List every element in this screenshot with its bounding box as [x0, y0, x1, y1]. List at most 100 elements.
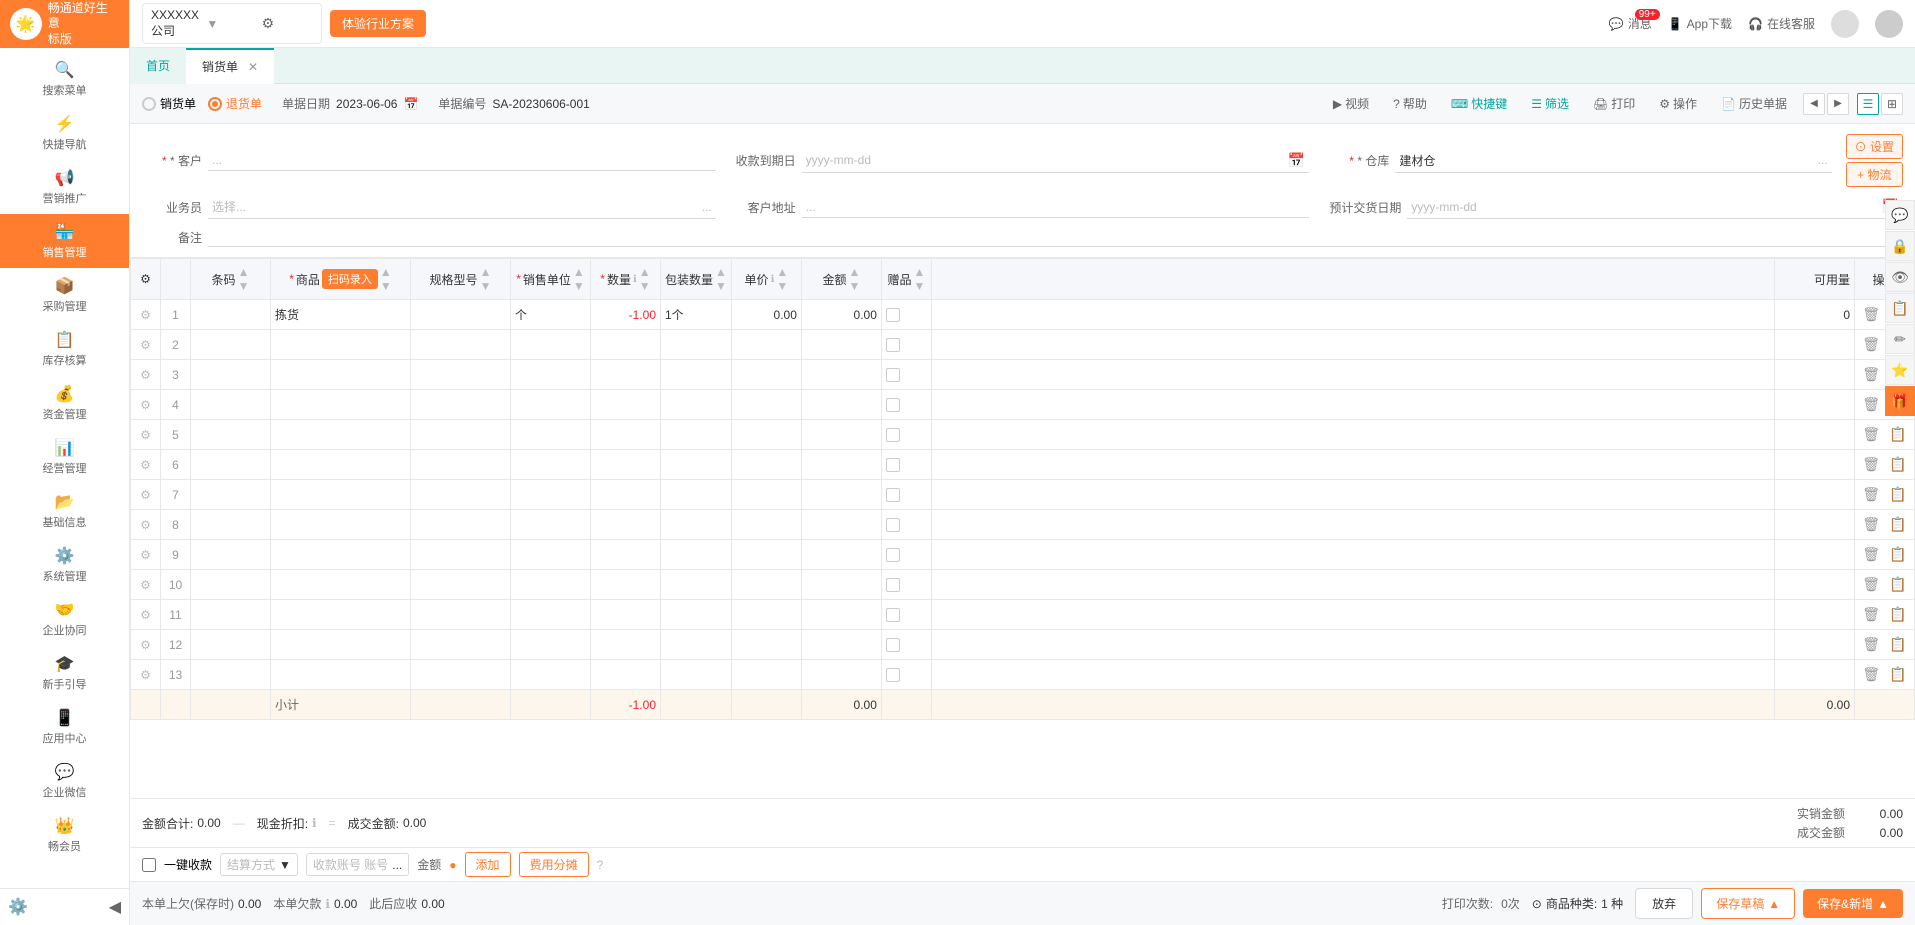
operate-button[interactable]: ⚙ 操作: [1651, 92, 1705, 115]
row-price-5[interactable]: [731, 450, 801, 480]
row-product-9[interactable]: [271, 570, 411, 600]
sidebar-item-finance[interactable]: 💰 资金管理: [0, 376, 129, 430]
grid-view-btn[interactable]: ⊞: [1881, 93, 1903, 115]
row-pkgqty-12[interactable]: [661, 660, 732, 690]
row-spec-10[interactable]: [411, 600, 511, 630]
row-gear-icon[interactable]: ⚙: [140, 488, 151, 502]
tab-sales[interactable]: 销货单 ✕: [186, 48, 274, 84]
gift-checkbox-7[interactable]: [886, 518, 900, 532]
row-spec-2[interactable]: [411, 360, 511, 390]
row-barcode-7[interactable]: [191, 510, 271, 540]
delete-icon-4[interactable]: 🗑: [1859, 426, 1883, 442]
delete-icon-12[interactable]: 🗑: [1859, 666, 1883, 682]
row-qty-11[interactable]: [591, 630, 661, 660]
rfp-btn-4[interactable]: 📋: [1885, 293, 1915, 323]
row-qty-6[interactable]: [591, 480, 661, 510]
row-barcode-5[interactable]: [191, 450, 271, 480]
row-spec-9[interactable]: [411, 570, 511, 600]
settings-button[interactable]: ⊙ ⊙ 设置设置: [1846, 134, 1903, 159]
row-gear-icon[interactable]: ⚙: [140, 668, 151, 682]
row-barcode-12[interactable]: [191, 660, 271, 690]
row-product-5[interactable]: [271, 450, 411, 480]
delete-icon-6[interactable]: 🗑: [1859, 486, 1883, 502]
row-price-0[interactable]: 0.00: [731, 300, 801, 330]
delete-icon-7[interactable]: 🗑: [1859, 516, 1883, 532]
row-gift-1[interactable]: [881, 330, 931, 360]
row-pkgqty-6[interactable]: [661, 480, 732, 510]
row-product-2[interactable]: [271, 360, 411, 390]
avatar-2[interactable]: [1875, 10, 1903, 38]
rfp-btn-2[interactable]: 🔒: [1885, 231, 1915, 261]
video-button[interactable]: ▶ 视频: [1325, 92, 1377, 115]
add-payment-button[interactable]: 添加: [465, 852, 511, 877]
row-gear-icon[interactable]: ⚙: [140, 338, 151, 352]
row-pkgqty-11[interactable]: [661, 630, 732, 660]
row-barcode-10[interactable]: [191, 600, 271, 630]
gift-checkbox-9[interactable]: [886, 578, 900, 592]
customer-input[interactable]: ...: [208, 150, 716, 171]
save-new-button[interactable]: 保存&新增 ▲: [1803, 889, 1903, 918]
delete-icon-8[interactable]: 🗑: [1859, 546, 1883, 562]
sidebar-item-member[interactable]: 👑 畅会员: [0, 808, 129, 862]
sidebar-item-operations[interactable]: 📊 经营管理: [0, 430, 129, 484]
row-product-0[interactable]: 拣货: [271, 300, 411, 330]
row-gear-icon[interactable]: ⚙: [140, 368, 151, 382]
row-qty-9[interactable]: [591, 570, 661, 600]
row-product-6[interactable]: [271, 480, 411, 510]
message-button[interactable]: 💬 消息 99+: [1609, 15, 1652, 32]
delete-icon-0[interactable]: 🗑: [1859, 306, 1883, 322]
experience-button[interactable]: 体验行业方案: [330, 10, 426, 37]
row-amount-5[interactable]: [801, 450, 881, 480]
delete-icon-2[interactable]: 🗑: [1859, 366, 1883, 382]
shortcut-button[interactable]: ⌨ 快捷键: [1443, 92, 1515, 115]
row-barcode-9[interactable]: [191, 570, 271, 600]
row-spec-7[interactable]: [411, 510, 511, 540]
row-gear-icon[interactable]: ⚙: [140, 398, 151, 412]
row-unit-0[interactable]: 个: [511, 300, 591, 330]
row-gear-icon[interactable]: ⚙: [140, 458, 151, 472]
row-amount-8[interactable]: [801, 540, 881, 570]
row-pkgqty-2[interactable]: [661, 360, 732, 390]
scan-barcode-button[interactable]: 扫码录入: [322, 269, 378, 289]
row-pkgqty-7[interactable]: [661, 510, 732, 540]
row-product-4[interactable]: [271, 420, 411, 450]
customer-address-input[interactable]: ...: [802, 197, 1310, 218]
row-gift-10[interactable]: [881, 600, 931, 630]
row-unit-2[interactable]: [511, 360, 591, 390]
sidebar-item-enterprise[interactable]: 🤝 企业协同: [0, 592, 129, 646]
company-selector[interactable]: XXXXXX公司 ▼ ⚙: [142, 3, 322, 44]
row-amount-6[interactable]: [801, 480, 881, 510]
row-qty-5[interactable]: [591, 450, 661, 480]
delete-icon-9[interactable]: 🗑: [1859, 576, 1883, 592]
due-date-calendar-icon[interactable]: 📅: [1288, 152, 1305, 169]
history-button[interactable]: 📄 历史单据: [1713, 92, 1795, 115]
sidebar-item-wechat[interactable]: 💬 企业微信: [0, 754, 129, 808]
row-gift-11[interactable]: [881, 630, 931, 660]
gift-checkbox-3[interactable]: [886, 398, 900, 412]
copy-icon-10[interactable]: 📋: [1886, 606, 1909, 622]
row-price-6[interactable]: [731, 480, 801, 510]
row-qty-8[interactable]: [591, 540, 661, 570]
row-gift-6[interactable]: [881, 480, 931, 510]
row-unit-5[interactable]: [511, 450, 591, 480]
collapse-icon[interactable]: ◀: [109, 897, 121, 917]
sidebar-item-search[interactable]: 🔍 搜索菜单: [0, 52, 129, 106]
sidebar-item-newbie[interactable]: 🎓 新手引导: [0, 646, 129, 700]
gift-checkbox-6[interactable]: [886, 488, 900, 502]
row-pkgqty-8[interactable]: [661, 540, 732, 570]
delete-icon-11[interactable]: 🗑: [1859, 636, 1883, 652]
row-amount-10[interactable]: [801, 600, 881, 630]
sales-order-radio[interactable]: 销货单: [142, 95, 196, 112]
row-barcode-2[interactable]: [191, 360, 271, 390]
row-amount-11[interactable]: [801, 630, 881, 660]
row-spec-12[interactable]: [411, 660, 511, 690]
row-gift-12[interactable]: [881, 660, 931, 690]
row-amount-2[interactable]: [801, 360, 881, 390]
row-qty-3[interactable]: [591, 390, 661, 420]
row-qty-12[interactable]: [591, 660, 661, 690]
copy-icon-4[interactable]: 📋: [1886, 426, 1909, 442]
row-price-2[interactable]: [731, 360, 801, 390]
row-pkgqty-0[interactable]: 1个: [661, 300, 732, 330]
copy-icon-12[interactable]: 📋: [1886, 666, 1909, 682]
row-amount-0[interactable]: 0.00: [801, 300, 881, 330]
